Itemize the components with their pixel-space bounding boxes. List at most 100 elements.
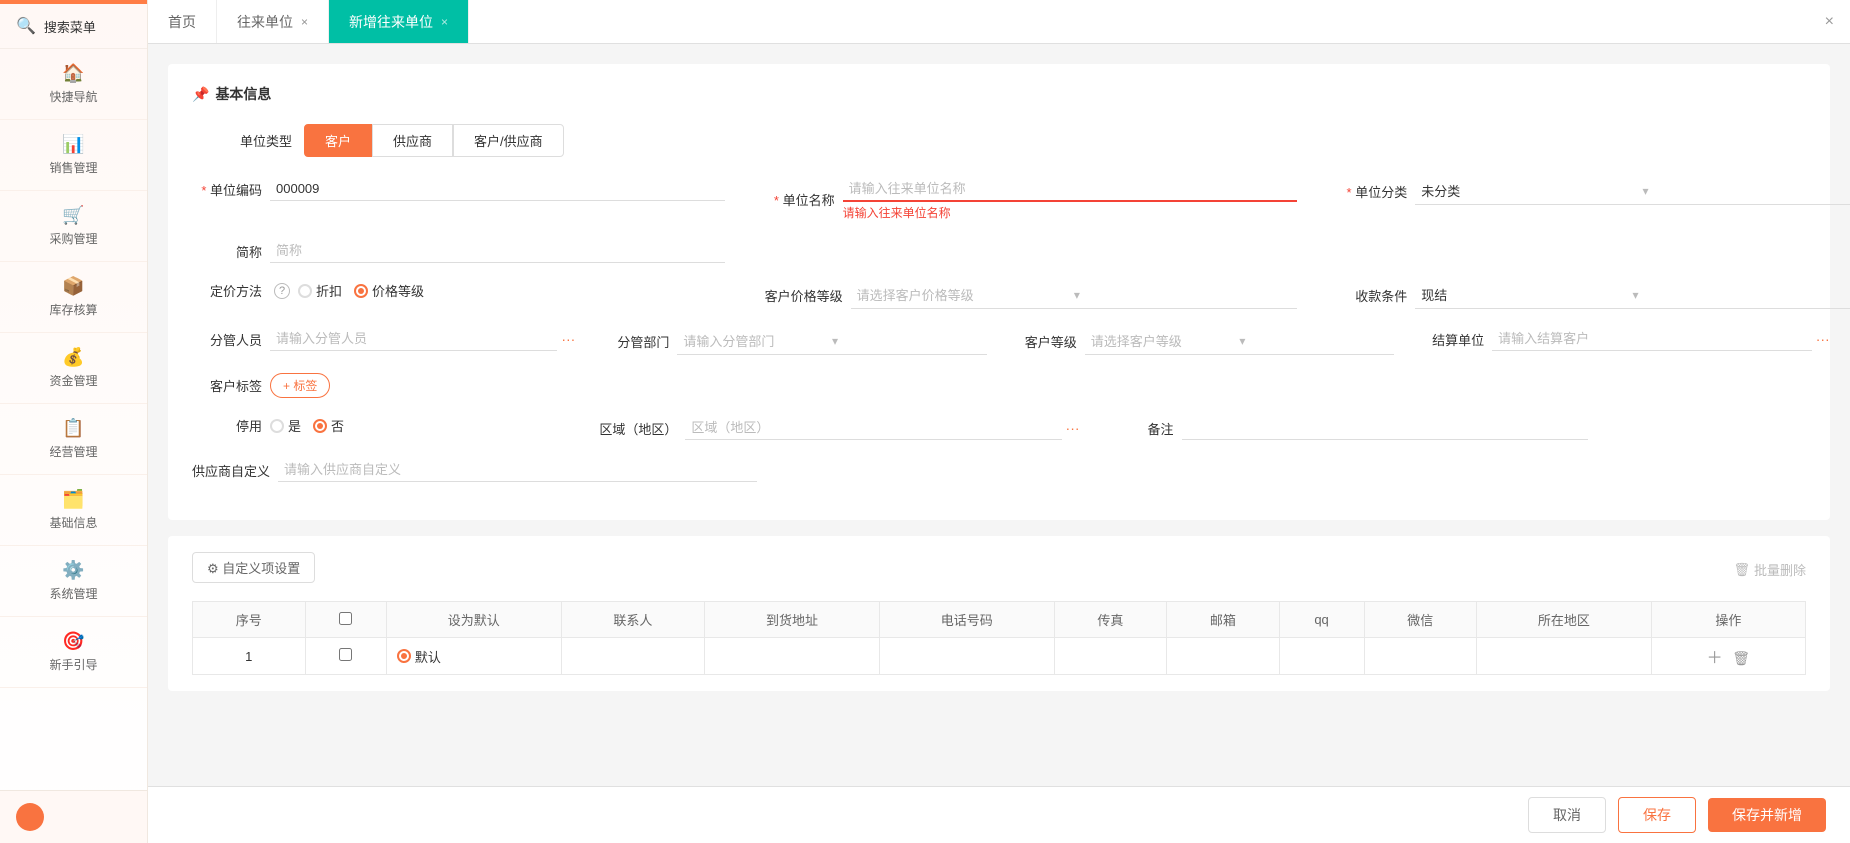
window-close-button[interactable]: × — [1809, 0, 1850, 43]
row-checkbox[interactable] — [339, 648, 352, 661]
th-action: 操作 — [1651, 602, 1805, 638]
purchase-icon: 🛒 — [62, 205, 84, 226]
settlement-unit-input[interactable] — [1492, 327, 1812, 351]
sidebar-item-finance[interactable]: 💰 资金管理 — [0, 333, 147, 404]
save-and-new-button[interactable]: 保存并新增 — [1708, 798, 1826, 832]
row-add-icon[interactable]: ＋ — [1707, 650, 1723, 667]
unit-code-label: 单位编码 — [192, 180, 262, 199]
tab-counterparty-label: 往来单位 — [237, 12, 293, 32]
radio-disabled-yes[interactable]: 是 — [270, 416, 301, 435]
radio-price-level-circle — [354, 284, 368, 298]
contacts-table: 序号 设为默认 联系人 到货地址 电话号码 传真 邮箱 qq 微信 所在地区 操… — [192, 601, 1806, 675]
field-manager: 分管人员 ··· — [192, 327, 579, 351]
radio-discount[interactable]: 折扣 — [298, 281, 342, 300]
sidebar-nav: 🏠 快捷导航 📊 销售管理 🛒 采购管理 📦 库存核算 💰 资金管理 📋 经营管… — [0, 49, 147, 790]
supplier-custom-input[interactable] — [278, 458, 757, 482]
region-label: 区域（地区） — [599, 419, 677, 438]
sidebar-item-system[interactable]: ⚙️ 系统管理 — [0, 546, 147, 617]
row-default-label: 默认 — [415, 647, 441, 666]
batch-delete-label: 批量删除 — [1754, 560, 1806, 579]
tab-home[interactable]: 首页 — [148, 0, 217, 43]
tab-counterparty-close[interactable]: × — [301, 15, 308, 29]
cancel-button[interactable]: 取消 — [1528, 797, 1606, 833]
sidebar-item-label: 资金管理 — [49, 372, 97, 389]
row-action: ＋ 🗑 — [1651, 638, 1805, 675]
payment-terms-select[interactable]: 现结 ▾ — [1415, 281, 1850, 309]
manager-input[interactable] — [270, 327, 557, 351]
th-region: 所在地区 — [1477, 602, 1652, 638]
row-address — [705, 638, 880, 675]
customer-price-level-label: 客户价格等级 — [765, 286, 843, 305]
row-code-name-category: 单位编码 单位名称 请输入往来单位名称 单位分类 未分类 ▾ — [192, 177, 1806, 221]
region-more-btn[interactable]: ··· — [1062, 420, 1084, 436]
field-unit-code: 单位编码 — [192, 177, 725, 201]
chevron-down-icon4: ▾ — [832, 334, 981, 348]
unit-category-select[interactable]: 未分类 ▾ — [1415, 177, 1850, 205]
unit-code-input[interactable] — [270, 177, 725, 201]
unit-category-value: 未分类 — [1421, 181, 1642, 200]
th-check — [305, 602, 386, 638]
inventory-icon: 📦 — [62, 276, 84, 297]
save-button[interactable]: 保存 — [1618, 797, 1696, 833]
radio-price-level[interactable]: 价格等级 — [354, 281, 424, 300]
region-input[interactable] — [685, 416, 1061, 440]
add-tag-button[interactable]: + 标签 — [270, 373, 330, 398]
customer-price-level-select[interactable]: 请选择客户价格等级 ▾ — [851, 281, 1298, 309]
unit-type-both[interactable]: 客户/供应商 — [453, 124, 564, 157]
unit-name-input[interactable] — [843, 177, 1298, 202]
tab-new-counterparty-close[interactable]: × — [441, 15, 448, 29]
row-delete-icon[interactable]: 🗑 — [1732, 650, 1750, 666]
remark-input[interactable] — [1182, 416, 1588, 440]
user-avatar — [16, 803, 44, 831]
customer-level-select[interactable]: 请选择客户等级 ▾ — [1085, 327, 1394, 355]
chevron-down-icon3: ▾ — [1633, 288, 1844, 302]
pricing-method-label: 定价方法 — [192, 281, 262, 300]
unit-name-error: 请输入往来单位名称 — [843, 204, 1298, 221]
table-row: 1 默认 — [193, 638, 1806, 675]
short-name-label: 简称 — [192, 242, 262, 261]
th-contact: 联系人 — [561, 602, 705, 638]
table-select-all-checkbox[interactable] — [339, 612, 352, 625]
sidebar-item-inventory[interactable]: 📦 库存核算 — [0, 262, 147, 333]
main-area: 首页 往来单位 × 新增往来单位 × × 📌 基本信息 单位类型 客户 供应商 … — [148, 0, 1850, 843]
sidebar-item-sales[interactable]: 📊 销售管理 — [0, 120, 147, 191]
department-select[interactable]: 请输入分管部门 ▾ — [677, 327, 986, 355]
row-pricing: 定价方法 ? 折扣 价格等级 — [192, 281, 1806, 309]
department-placeholder: 请输入分管部门 — [683, 331, 832, 350]
unit-type-customer[interactable]: 客户 — [304, 124, 372, 157]
field-disabled: 停用 是 否 — [192, 416, 579, 435]
row-default-radio-circle — [397, 649, 411, 663]
tab-new-counterparty[interactable]: 新增往来单位 × — [329, 0, 469, 43]
field-unit-category: 单位分类 未分类 ▾ — [1337, 177, 1850, 205]
sidebar-search[interactable]: 🔍 搜索菜单 — [0, 4, 147, 49]
tab-counterparty[interactable]: 往来单位 × — [217, 0, 329, 43]
custom-settings-button[interactable]: ⚙ 自定义项设置 — [192, 552, 315, 583]
row-fax — [1054, 638, 1167, 675]
sidebar-item-label: 新手引导 — [49, 656, 97, 673]
sidebar-item-operations[interactable]: 📋 经营管理 — [0, 404, 147, 475]
field-department: 分管部门 请输入分管部门 ▾ — [599, 327, 986, 355]
sales-icon: 📊 — [62, 134, 84, 155]
sidebar-item-base[interactable]: 🗂️ 基础信息 — [0, 475, 147, 546]
home-icon: 🏠 — [62, 63, 84, 84]
sidebar-item-quick-nav[interactable]: 🏠 快捷导航 — [0, 49, 147, 120]
radio-disabled-no[interactable]: 否 — [313, 416, 344, 435]
field-region: 区域（地区） ··· — [599, 416, 1083, 440]
search-icon: 🔍 — [16, 16, 36, 36]
radio-yes-label: 是 — [288, 416, 301, 435]
row-phone — [879, 638, 1054, 675]
short-name-input[interactable] — [270, 239, 725, 263]
pricing-help-icon[interactable]: ? — [274, 283, 290, 299]
manager-more-btn[interactable]: ··· — [557, 331, 579, 347]
sidebar-item-purchase[interactable]: 🛒 采购管理 — [0, 191, 147, 262]
sidebar-item-guide[interactable]: 🎯 新手引导 — [0, 617, 147, 688]
settlement-unit-more-btn[interactable]: ··· — [1812, 331, 1834, 347]
chevron-down-icon2: ▾ — [1074, 288, 1291, 302]
row-default-radio[interactable]: 默认 — [397, 647, 551, 666]
table-header-row: 序号 设为默认 联系人 到货地址 电话号码 传真 邮箱 qq 微信 所在地区 操… — [193, 602, 1806, 638]
table-section: ⚙ 自定义项设置 🗑 批量删除 序号 设为默认 联系人 到货地址 电话号码 传真 — [168, 536, 1830, 691]
pricing-radio-group: 折扣 价格等级 — [298, 281, 424, 300]
field-customer-level: 客户等级 请选择客户等级 ▾ — [1007, 327, 1394, 355]
section-title-text: 基本信息 — [215, 84, 271, 104]
unit-type-supplier[interactable]: 供应商 — [372, 124, 453, 157]
